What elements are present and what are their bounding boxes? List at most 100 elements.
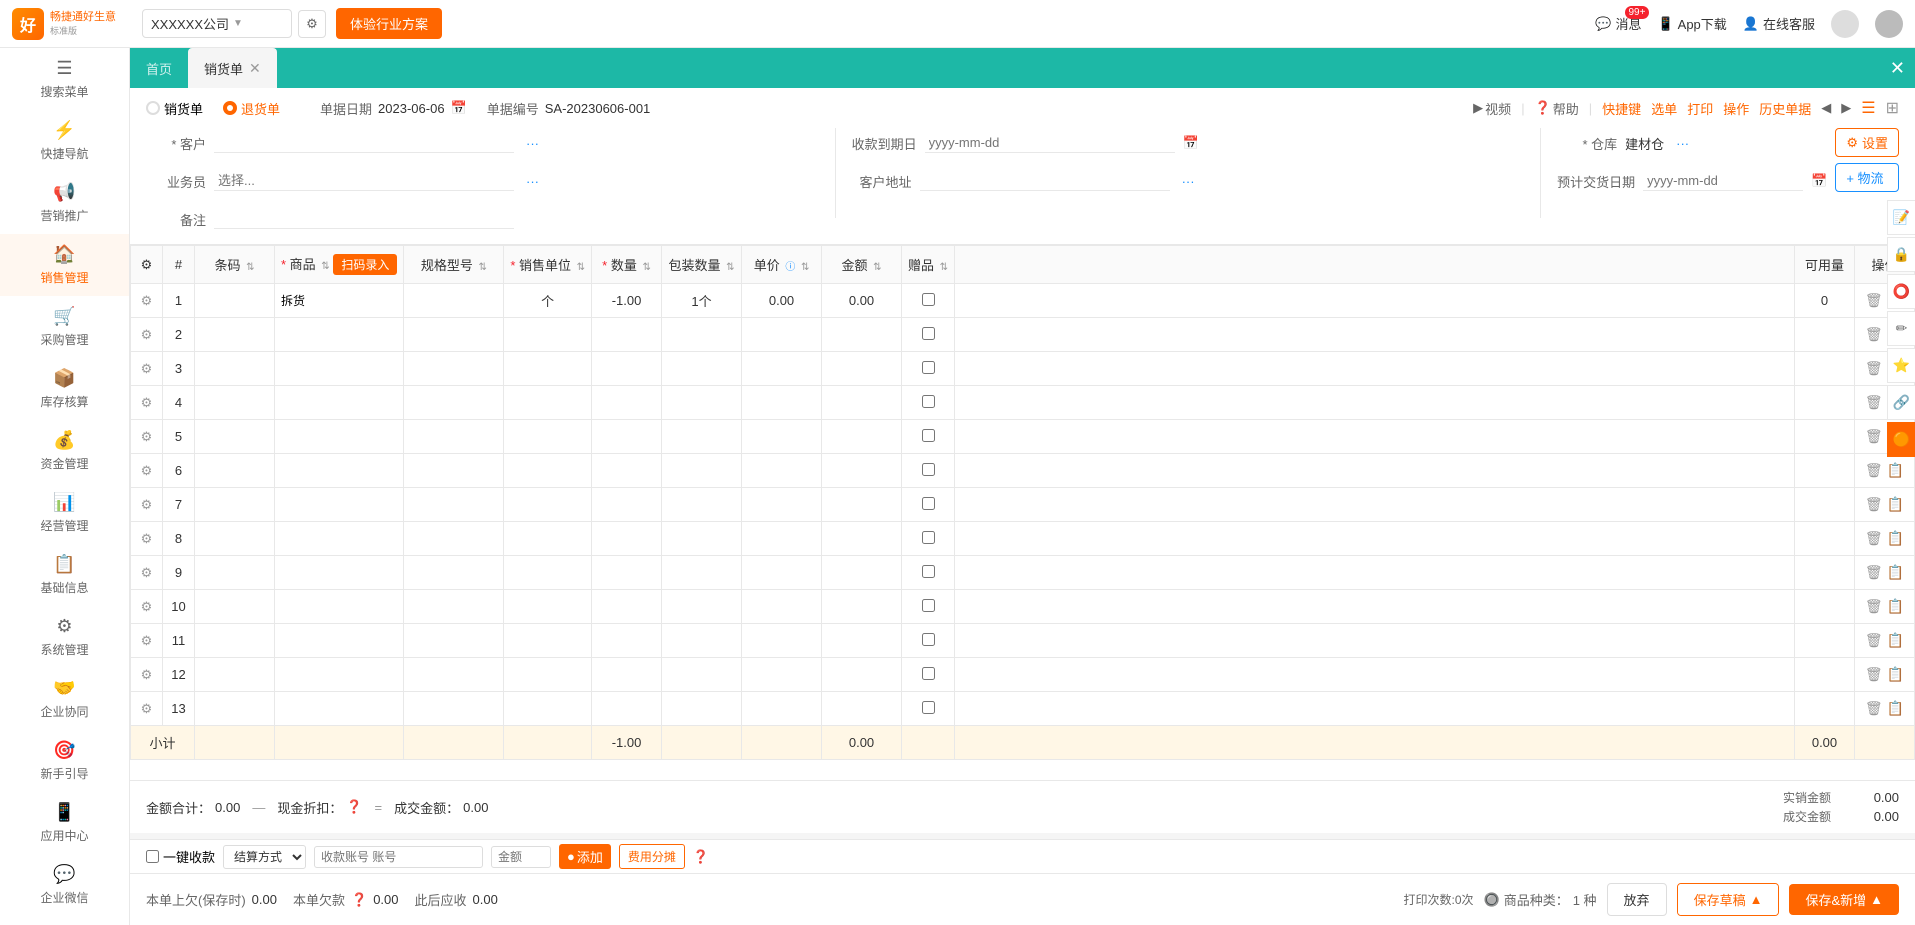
row-spec-4[interactable] — [404, 420, 504, 454]
row-qty-9[interactable] — [592, 590, 662, 624]
row-qty-4[interactable] — [592, 420, 662, 454]
row-amount-2[interactable] — [822, 352, 902, 386]
row-price-9[interactable] — [742, 590, 822, 624]
row-spec-1[interactable] — [404, 318, 504, 352]
row-gift-7[interactable] — [902, 522, 955, 556]
row-qty-10[interactable] — [592, 624, 662, 658]
row-amount-7[interactable] — [822, 522, 902, 556]
row-spec-6[interactable] — [404, 488, 504, 522]
copy-icon[interactable]: 📋 — [1887, 462, 1904, 479]
delete-icon[interactable]: 🗑 — [1865, 632, 1883, 649]
amount-input[interactable] — [491, 846, 551, 868]
help-btn[interactable]: ❓ 帮助 — [1535, 99, 1579, 118]
row-price-8[interactable] — [742, 556, 822, 590]
row-product-4[interactable] — [275, 420, 404, 454]
row-barcode-0[interactable] — [195, 284, 275, 318]
row-unit-2[interactable] — [504, 352, 592, 386]
discount-help-icon[interactable]: ❓ — [346, 799, 362, 815]
due-date-input[interactable] — [925, 133, 1175, 153]
row-spec-2[interactable] — [404, 352, 504, 386]
row-amount-10[interactable] — [822, 624, 902, 658]
row-spec-9[interactable] — [404, 590, 504, 624]
list-view-icon[interactable]: ☰ — [1861, 98, 1875, 118]
row-unit-6[interactable] — [504, 488, 592, 522]
row-product-6[interactable] — [275, 488, 404, 522]
tab-home[interactable]: 首页 — [130, 48, 188, 88]
operate-btn[interactable]: 操作 — [1723, 99, 1749, 118]
row-spec-7[interactable] — [404, 522, 504, 556]
message-button[interactable]: 💬 消息 99+ — [1595, 14, 1641, 33]
print-btn[interactable]: 打印 — [1687, 99, 1713, 118]
row-settings-10[interactable]: ⚙ — [131, 624, 163, 658]
address-dots[interactable]: ··· — [1182, 174, 1195, 189]
logistics-button[interactable]: + 物流 — [1835, 163, 1899, 192]
row-pkg-5[interactable] — [662, 454, 742, 488]
row-unit-4[interactable] — [504, 420, 592, 454]
copy-icon[interactable]: 📋 — [1887, 564, 1904, 581]
product-type[interactable]: 🔘 商品种类： 1 种 — [1484, 890, 1597, 909]
delete-icon[interactable]: 🗑 — [1865, 394, 1883, 411]
row-unit-7[interactable] — [504, 522, 592, 556]
float-btn-edit[interactable]: ✏ — [1887, 311, 1915, 346]
row-product-3[interactable] — [275, 386, 404, 420]
row-barcode-11[interactable] — [195, 658, 275, 692]
row-pkg-12[interactable] — [662, 692, 742, 726]
copy-icon[interactable]: 📋 — [1887, 530, 1904, 547]
row-settings-4[interactable]: ⚙ — [131, 420, 163, 454]
delete-icon[interactable]: 🗑 — [1865, 564, 1883, 581]
row-price-11[interactable] — [742, 658, 822, 692]
video-btn[interactable]: ▶ 视频 — [1473, 99, 1511, 118]
row-unit-5[interactable] — [504, 454, 592, 488]
row-product-11[interactable] — [275, 658, 404, 692]
row-amount-5[interactable] — [822, 454, 902, 488]
row-spec-12[interactable] — [404, 692, 504, 726]
delete-icon[interactable]: 🗑 — [1865, 530, 1883, 547]
row-barcode-12[interactable] — [195, 692, 275, 726]
row-spec-8[interactable] — [404, 556, 504, 590]
row-qty-6[interactable] — [592, 488, 662, 522]
th-pkg[interactable]: 包装数量 ⇅ — [662, 246, 742, 284]
row-unit-0[interactable]: 个 — [504, 284, 592, 318]
float-btn-orange[interactable]: 🟠 — [1887, 422, 1915, 457]
row-amount-9[interactable] — [822, 590, 902, 624]
row-unit-12[interactable] — [504, 692, 592, 726]
save-new-button[interactable]: 保存&新增 ▲ — [1789, 884, 1899, 915]
th-product[interactable]: * 商品 ⇅ 扫码录入 — [275, 246, 404, 284]
delete-icon[interactable]: 🗑 — [1865, 360, 1883, 377]
row-qty-1[interactable] — [592, 318, 662, 352]
row-barcode-1[interactable] — [195, 318, 275, 352]
row-qty-7[interactable] — [592, 522, 662, 556]
row-settings-11[interactable]: ⚙ — [131, 658, 163, 692]
row-gift-12[interactable] — [902, 692, 955, 726]
row-gift-11[interactable] — [902, 658, 955, 692]
th-settings[interactable]: ⚙ — [131, 246, 163, 284]
delivery-date-input[interactable] — [1643, 171, 1803, 191]
row-price-5[interactable] — [742, 454, 822, 488]
row-settings-1[interactable]: ⚙ — [131, 318, 163, 352]
row-product-2[interactable] — [275, 352, 404, 386]
row-unit-9[interactable] — [504, 590, 592, 624]
close-all-icon[interactable]: ✕ — [1890, 58, 1905, 79]
user-avatar[interactable] — [1831, 10, 1859, 38]
row-spec-3[interactable] — [404, 386, 504, 420]
payment-help-icon[interactable]: ❓ — [693, 849, 709, 865]
add-payment-button[interactable]: ● 添加 — [559, 844, 611, 869]
row-settings-9[interactable]: ⚙ — [131, 590, 163, 624]
row-settings-5[interactable]: ⚙ — [131, 454, 163, 488]
row-product-0[interactable] — [275, 284, 404, 318]
th-qty[interactable]: * 数量 ⇅ — [592, 246, 662, 284]
delete-icon[interactable]: 🗑 — [1865, 496, 1883, 513]
choose-btn[interactable]: 选单 — [1651, 99, 1677, 118]
cost-split-button[interactable]: 费用分摊 — [619, 844, 685, 869]
row-pkg-10[interactable] — [662, 624, 742, 658]
radio-return[interactable]: 退货单 — [223, 99, 280, 118]
row-product-9[interactable] — [275, 590, 404, 624]
sidebar-item-purchase[interactable]: 🛒 采购管理 — [0, 296, 129, 358]
float-btn-star[interactable]: ⭐ — [1887, 348, 1915, 383]
row-gift-6[interactable] — [902, 488, 955, 522]
row-amount-0[interactable]: 0.00 — [822, 284, 902, 318]
row-price-4[interactable] — [742, 420, 822, 454]
calendar-icon[interactable]: 📅 — [451, 100, 467, 116]
row-price-6[interactable] — [742, 488, 822, 522]
prev-icon[interactable]: ◀ — [1821, 100, 1831, 116]
